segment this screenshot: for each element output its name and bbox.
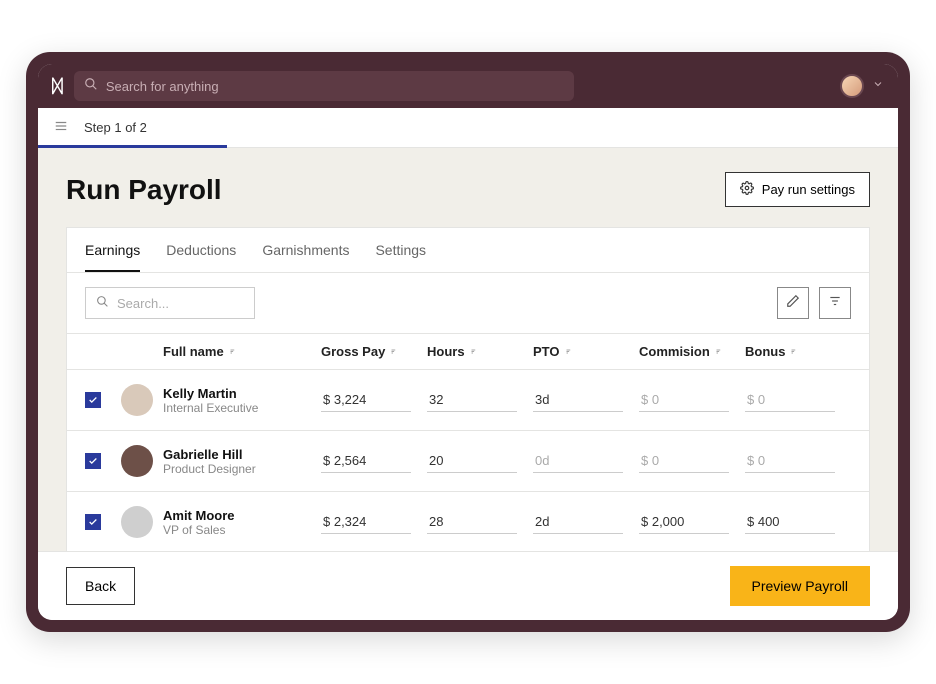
pay-run-settings-button[interactable]: Pay run settings — [725, 172, 870, 207]
table-row: Amit MooreVP of Sales$ 2,324282d$ 2,000$… — [67, 492, 869, 551]
col-hours[interactable]: Hours — [427, 344, 533, 359]
chevron-down-icon[interactable] — [872, 77, 884, 95]
settings-button-label: Pay run settings — [762, 182, 855, 197]
global-search-input[interactable] — [106, 79, 564, 94]
pto-input[interactable]: 3d — [533, 388, 623, 412]
commission-input[interactable]: $ 0 — [639, 449, 729, 473]
bonus-input[interactable]: $ 400 — [745, 510, 835, 534]
tab-earnings[interactable]: Earnings — [85, 242, 140, 272]
footer: Back Preview Payroll — [38, 551, 898, 620]
employee-cell: Kelly MartinInternal Executive — [121, 384, 321, 416]
col-full-name[interactable]: Full name — [121, 344, 321, 359]
table-row: Gabrielle HillProduct Designer$ 2,564200… — [67, 431, 869, 492]
gear-icon — [740, 181, 754, 198]
menu-icon[interactable] — [52, 119, 70, 136]
bonus-input[interactable]: $ 0 — [745, 388, 835, 412]
sort-icon — [470, 344, 479, 359]
global-search[interactable] — [74, 71, 574, 101]
tab-settings[interactable]: Settings — [375, 242, 426, 272]
preview-payroll-button[interactable]: Preview Payroll — [730, 566, 870, 606]
back-button[interactable]: Back — [66, 567, 135, 605]
edit-button[interactable] — [777, 287, 809, 319]
sort-icon — [715, 344, 724, 359]
tab-deductions[interactable]: Deductions — [166, 242, 236, 272]
table-search-input[interactable] — [117, 296, 244, 311]
filter-icon — [828, 294, 842, 313]
col-commission[interactable]: Commision — [639, 344, 745, 359]
pencil-icon — [786, 294, 800, 313]
payroll-card: Earnings Deductions Garnishments Settings — [66, 227, 870, 551]
bonus-input[interactable]: $ 0 — [745, 449, 835, 473]
employee-role: Internal Executive — [163, 401, 258, 415]
gross-pay-input[interactable]: $ 2,324 — [321, 510, 411, 534]
col-bonus[interactable]: Bonus — [745, 344, 851, 359]
step-progress-bar — [38, 145, 227, 148]
tab-bar: Earnings Deductions Garnishments Settings — [67, 228, 869, 273]
avatar — [121, 384, 153, 416]
hours-input[interactable]: 28 — [427, 510, 517, 534]
user-avatar[interactable] — [840, 74, 864, 98]
search-icon — [96, 295, 109, 311]
col-pto[interactable]: PTO — [533, 344, 639, 359]
search-icon — [84, 77, 98, 96]
table-row: Kelly MartinInternal Executive$ 3,224323… — [67, 370, 869, 431]
top-bar: ᛞ — [38, 64, 898, 108]
hours-input[interactable]: 20 — [427, 449, 517, 473]
commission-input[interactable]: $ 2,000 — [639, 510, 729, 534]
row-checkbox[interactable] — [85, 392, 101, 408]
step-label: Step 1 of 2 — [84, 120, 147, 135]
employee-role: Product Designer — [163, 462, 256, 476]
employee-cell: Amit MooreVP of Sales — [121, 506, 321, 538]
table-search[interactable] — [85, 287, 255, 319]
employee-role: VP of Sales — [163, 523, 235, 537]
tab-garnishments[interactable]: Garnishments — [262, 242, 349, 272]
avatar — [121, 506, 153, 538]
commission-input[interactable]: $ 0 — [639, 388, 729, 412]
col-gross-pay[interactable]: Gross Pay — [321, 344, 427, 359]
sort-icon — [565, 344, 574, 359]
sort-icon — [790, 344, 799, 359]
sort-icon — [390, 344, 399, 359]
sort-icon — [229, 344, 238, 359]
gross-pay-input[interactable]: $ 2,564 — [321, 449, 411, 473]
step-bar: Step 1 of 2 — [38, 108, 898, 148]
employee-name: Gabrielle Hill — [163, 447, 256, 462]
page-title: Run Payroll — [66, 174, 222, 206]
pto-input[interactable]: 2d — [533, 510, 623, 534]
hours-input[interactable]: 32 — [427, 388, 517, 412]
avatar — [121, 445, 153, 477]
gross-pay-input[interactable]: $ 3,224 — [321, 388, 411, 412]
employee-name: Amit Moore — [163, 508, 235, 523]
employee-cell: Gabrielle HillProduct Designer — [121, 445, 321, 477]
app-logo: ᛞ — [52, 76, 62, 97]
pto-input[interactable]: 0d — [533, 449, 623, 473]
employee-name: Kelly Martin — [163, 386, 258, 401]
row-checkbox[interactable] — [85, 453, 101, 469]
row-checkbox[interactable] — [85, 514, 101, 530]
filter-button[interactable] — [819, 287, 851, 319]
